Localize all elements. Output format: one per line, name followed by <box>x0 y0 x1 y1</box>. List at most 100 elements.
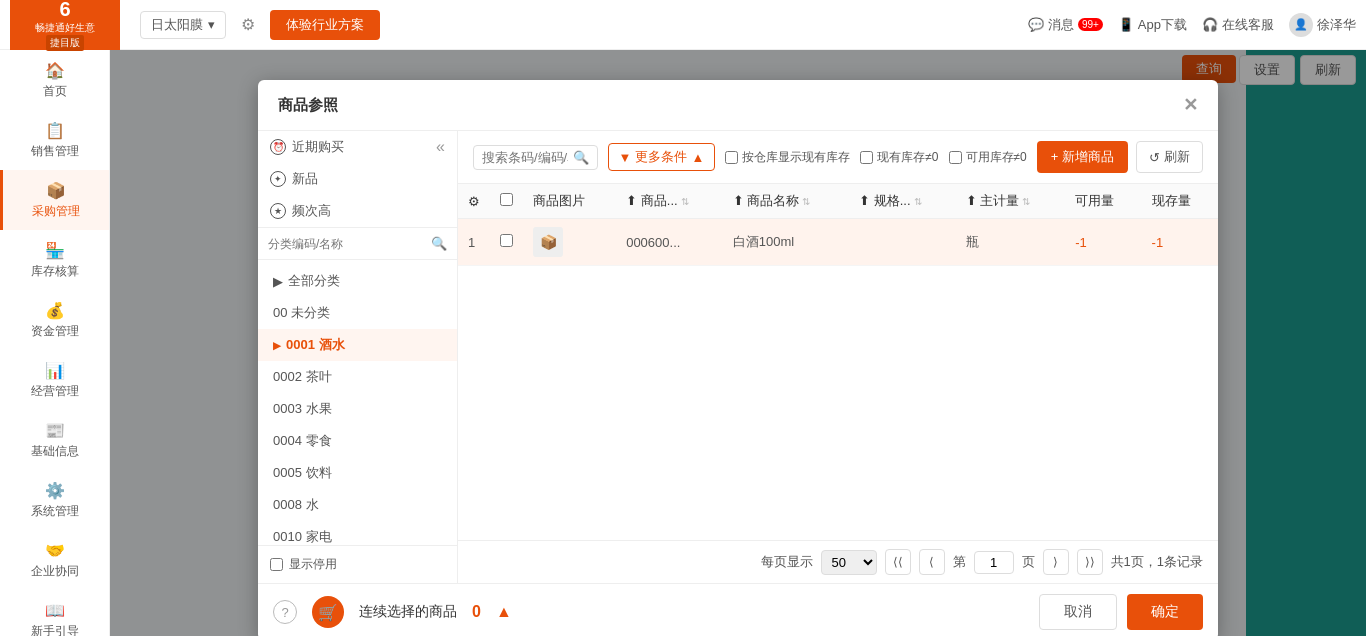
chevron-down-icon: ▾ <box>208 17 215 32</box>
left-panel: ⏰ 近期购买 « ✦ 新品 ★ 频次高 <box>258 131 458 583</box>
row-checkbox[interactable] <box>500 234 513 247</box>
sidebar: 🏠 首页 📋 销售管理 📦 采购管理 🏪 库存核算 💰 资金管理 📊 经营管理 … <box>0 50 110 636</box>
last-page-btn[interactable]: ⟩⟩ <box>1077 549 1103 575</box>
cell-stock: -1 <box>1142 219 1218 266</box>
modal-overlay: 商品参照 ✕ ⏰ 近期购买 « <box>110 50 1366 636</box>
help-btn[interactable]: ? <box>273 600 297 624</box>
cat-uncategorized[interactable]: 00 未分类 <box>258 297 457 329</box>
cancel-button[interactable]: 取消 <box>1039 594 1117 630</box>
cat-liquor[interactable]: ▶ 0001 酒水 <box>258 329 457 361</box>
recent-purchase-item[interactable]: ⏰ 近期购买 « <box>258 131 457 163</box>
app-download-btn[interactable]: 📱 App下载 <box>1118 16 1187 34</box>
cell-available: -1 <box>1065 219 1141 266</box>
system-icon: ⚙️ <box>45 480 65 500</box>
cat-appliance[interactable]: 0010 家电 <box>258 521 457 545</box>
sidebar-item-enterprise[interactable]: 🤝 企业协同 <box>0 530 109 590</box>
next-page-btn[interactable]: ⟩ <box>1043 549 1069 575</box>
th-available: 可用量 <box>1065 184 1141 219</box>
total-info: 共1页，1条记录 <box>1111 553 1203 571</box>
show-disabled-checkbox[interactable] <box>270 558 283 571</box>
notification-btn[interactable]: 💬 消息 99+ <box>1028 16 1103 34</box>
th-stock: 现存量 <box>1142 184 1218 219</box>
product-search-icon[interactable]: 🔍 <box>573 150 589 165</box>
select-all-checkbox[interactable] <box>500 193 513 206</box>
checkbox-available[interactable] <box>860 151 873 164</box>
checkbox-usable-label[interactable]: 可用库存≠0 <box>949 149 1027 166</box>
more-conditions-btn[interactable]: ▼ 更多条件 ▲ <box>608 143 716 171</box>
sidebar-item-inventory[interactable]: 🏪 库存核算 <box>0 230 109 290</box>
table-row[interactable]: 1 📦 000600... 白酒100ml <box>458 219 1218 266</box>
sidebar-item-business[interactable]: 📊 经营管理 <box>0 350 109 410</box>
filter-actions: + 新增商品 ↺ 刷新 <box>1037 141 1203 173</box>
prev-page-btn[interactable]: ⟨ <box>919 549 945 575</box>
cell-image: 📦 <box>523 219 616 266</box>
product-table: ⚙ 商品图片 ⬆ 商品... ⇅ <box>458 184 1218 266</box>
sidebar-item-newbie[interactable]: 📖 新手引导 <box>0 590 109 636</box>
th-code[interactable]: ⬆ 商品... ⇅ <box>616 184 723 219</box>
cat-snacks[interactable]: 0004 零食 <box>258 425 457 457</box>
checkbox-by-warehouse[interactable] <box>725 151 738 164</box>
th-spec[interactable]: ⬆ 规格... ⇅ <box>849 184 956 219</box>
basic-info-icon: 📰 <box>45 420 65 440</box>
category-search-box: 🔍 <box>258 228 457 260</box>
product-search-box: 🔍 <box>473 145 598 170</box>
th-checkbox <box>490 184 523 219</box>
sidebar-item-purchase[interactable]: 📦 采购管理 <box>0 170 109 230</box>
th-image: 商品图片 <box>523 184 616 219</box>
brand-dropdown[interactable]: 日太阳膜 ▾ <box>140 11 226 39</box>
th-unit[interactable]: ⬆ 主计量 ⇅ <box>956 184 1065 219</box>
new-products-item[interactable]: ✦ 新品 <box>258 163 457 195</box>
sidebar-item-sales[interactable]: 📋 销售管理 <box>0 110 109 170</box>
modal-close-btn[interactable]: ✕ <box>1183 94 1198 116</box>
cat-beverage[interactable]: 0005 饮料 <box>258 457 457 489</box>
cat-tea[interactable]: 0002 茶叶 <box>258 361 457 393</box>
finance-icon: 💰 <box>45 300 65 320</box>
category-search-icon[interactable]: 🔍 <box>431 236 447 251</box>
first-page-btn[interactable]: ⟨⟨ <box>885 549 911 575</box>
modal-header: 商品参照 ✕ <box>258 80 1218 131</box>
category-search-input[interactable] <box>268 237 426 251</box>
checkbox-usable[interactable] <box>949 151 962 164</box>
footer-collapse-btn[interactable]: ▲ <box>496 603 512 621</box>
cat-all[interactable]: ▶ 全部分类 <box>258 265 457 297</box>
pagination-bar: 每页显示 50 10 20 100 ⟨⟨ ⟨ 第 页 <box>458 540 1218 583</box>
product-search-input[interactable] <box>482 150 568 165</box>
confirm-button[interactable]: 确定 <box>1127 594 1203 630</box>
content-area: 查询 设置 刷新 商品参照 ✕ <box>110 50 1366 636</box>
cat-water[interactable]: 0008 水 <box>258 489 457 521</box>
add-product-btn[interactable]: + 新增商品 <box>1037 141 1128 173</box>
checkbox-available-label[interactable]: 现有库存≠0 <box>860 149 938 166</box>
right-panel: 🔍 ▼ 更多条件 ▲ 按仓库显示现有库存 <box>458 131 1218 583</box>
sidebar-item-basic-info[interactable]: 📰 基础信息 <box>0 410 109 470</box>
panel-collapse-btn[interactable]: « <box>436 138 445 156</box>
cell-code: 000600... <box>616 219 723 266</box>
gear-icon[interactable]: ⚙ <box>241 15 255 34</box>
footer-left: ? 🛒 连续选择的商品 0 ▲ <box>273 596 512 628</box>
sidebar-item-system[interactable]: ⚙️ 系统管理 <box>0 470 109 530</box>
cart-btn[interactable]: 🛒 <box>312 596 344 628</box>
page-number-input[interactable] <box>974 551 1014 574</box>
checkbox-by-warehouse-label[interactable]: 按仓库显示现有库存 <box>725 149 850 166</box>
online-service-btn[interactable]: 🎧 在线客服 <box>1202 16 1274 34</box>
footer-right: 取消 确定 <box>1039 594 1203 630</box>
th-name[interactable]: ⬆ 商品名称 ⇅ <box>723 184 849 219</box>
cat-fruit[interactable]: 0003 水果 <box>258 393 457 425</box>
cell-checkbox <box>490 219 523 266</box>
show-disabled-row: 显示停用 <box>258 545 457 583</box>
bell-icon: 💬 <box>1028 17 1044 32</box>
sales-icon: 📋 <box>45 120 65 140</box>
th-settings[interactable]: ⚙ <box>458 184 490 219</box>
filter-icon: ▼ <box>619 150 632 165</box>
sidebar-item-finance[interactable]: 💰 资金管理 <box>0 290 109 350</box>
cat-expand-icon: ▶ <box>273 274 283 289</box>
frequent-item[interactable]: ★ 频次高 <box>258 195 457 227</box>
trial-button[interactable]: 体验行业方案 <box>270 10 380 40</box>
purchase-icon: 📦 <box>46 180 66 200</box>
sidebar-item-home[interactable]: 🏠 首页 <box>0 50 109 110</box>
page-size-select[interactable]: 50 10 20 100 <box>821 550 877 575</box>
cell-spec <box>849 219 956 266</box>
home-icon: 🏠 <box>45 60 65 80</box>
user-profile-btn[interactable]: 👤 徐泽华 <box>1289 13 1356 37</box>
refresh-btn[interactable]: ↺ 刷新 <box>1136 141 1203 173</box>
logo: 6 畅捷通好生意 捷目版 <box>10 0 120 50</box>
